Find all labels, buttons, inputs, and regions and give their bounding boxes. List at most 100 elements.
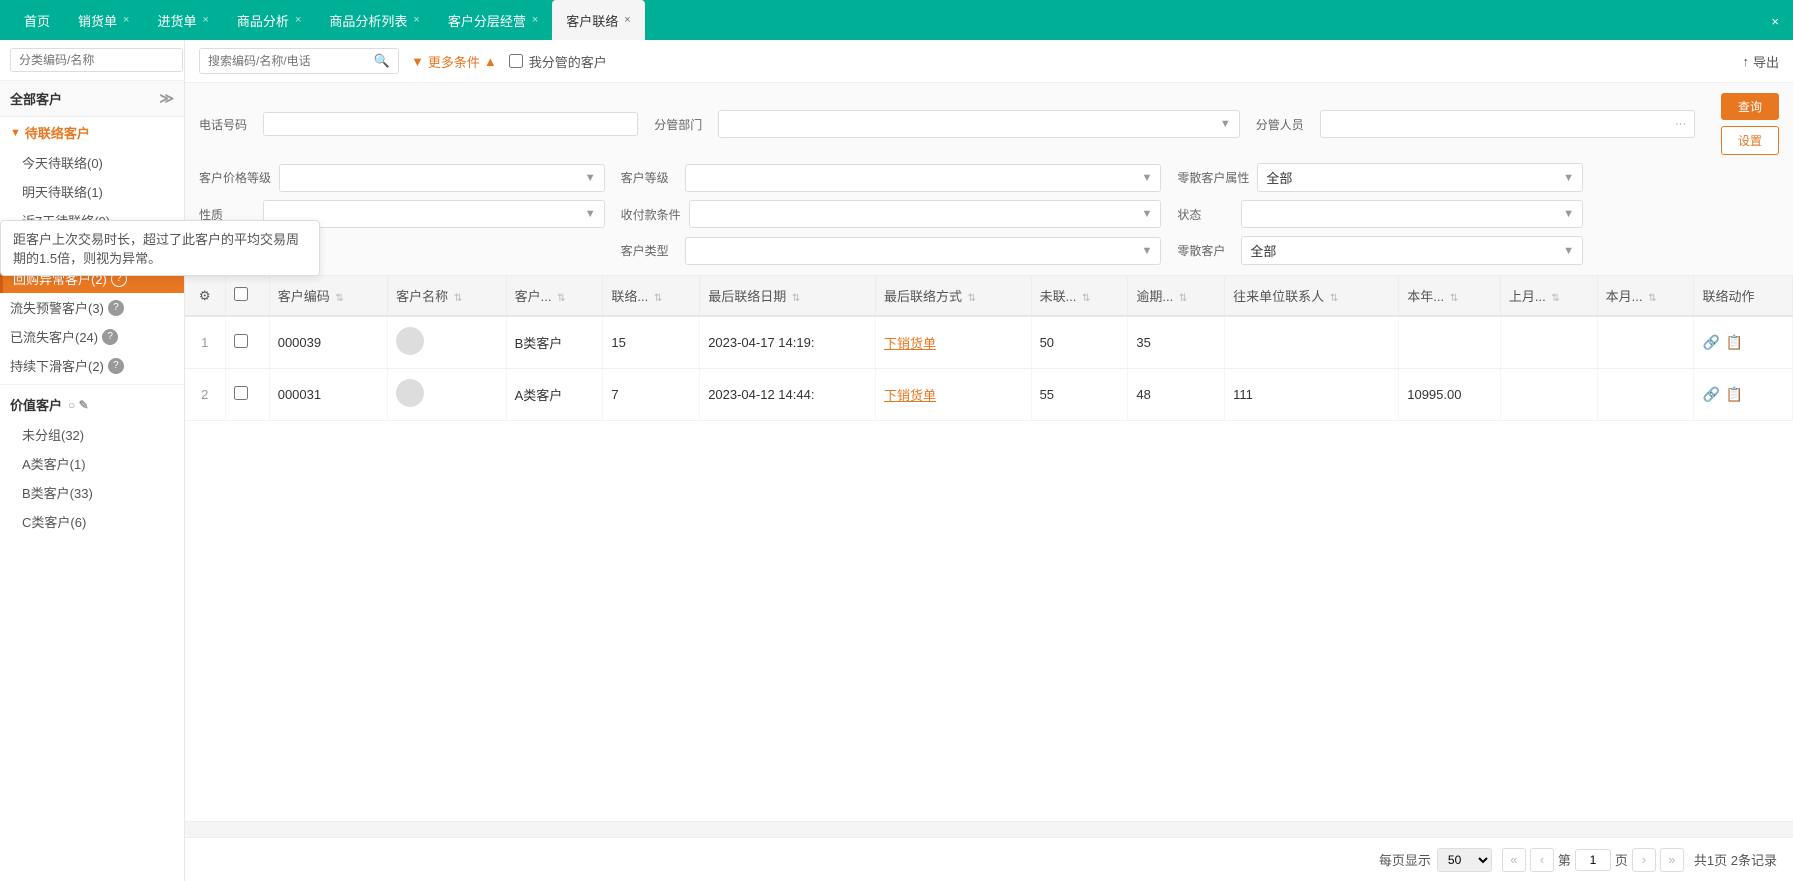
row-1-checkbox[interactable] <box>234 334 248 348</box>
table-col-contact-count: 联络... ⇅ <box>603 276 700 316</box>
nav-customer-contact-close[interactable]: × <box>624 14 630 26</box>
my-customers-checkbox[interactable] <box>509 54 523 68</box>
per-page-select[interactable]: 50 20 100 <box>1437 848 1492 872</box>
next-page-button[interactable]: › <box>1632 848 1656 872</box>
sort-type-icon[interactable]: ⇅ <box>557 293 565 304</box>
export-button[interactable]: ↑ 导出 <box>1742 52 1779 71</box>
sort-overdue-icon[interactable]: ⇅ <box>1179 293 1187 304</box>
table-select-all[interactable] <box>234 287 248 301</box>
filter-row-1: 电话号码 分管部门 ▼ 分管人员 ··· <box>199 93 1779 155</box>
sort-this-month-icon[interactable]: ⇅ <box>1648 293 1656 304</box>
sidebar-valuation-group[interactable]: 价值客户 ○ ✎ <box>0 389 184 420</box>
cell-this-year-1 <box>1399 316 1501 369</box>
sort-method-icon[interactable]: ⇅ <box>968 293 976 304</box>
price-level-label: 客户价格等级 <box>199 169 271 186</box>
sort-uncontacted-icon[interactable]: ⇅ <box>1082 293 1090 304</box>
sub-person-label: 分管人员 <box>1256 116 1312 133</box>
sidebar-item-churn-warning[interactable]: 流失预警客户(3) ? <box>0 293 184 322</box>
nav-home[interactable]: 首页 <box>10 0 64 40</box>
cell-contact-count-1: 15 <box>603 316 700 369</box>
query-button[interactable]: 查询 <box>1721 93 1779 120</box>
sidebar: 🔍 全部客户 ≫ ▼ 待联络客户 今天待联络(0) 明天待联络(1) 近7天待联… <box>0 40 185 881</box>
sidebar-search-input[interactable] <box>10 48 183 72</box>
row-1-doc-icon[interactable]: 📋 <box>1726 334 1743 351</box>
sidebar-collapse-icon[interactable]: ≫ <box>159 90 174 107</box>
prev-page-button[interactable]: ‹ <box>1530 848 1554 872</box>
sort-last-month-icon[interactable]: ⇅ <box>1551 293 1559 304</box>
cell-action-1: 🔗 📋 <box>1694 316 1793 369</box>
top-nav: 首页 销货单 × 进货单 × 商品分析 × 商品分析列表 × 客户分层经营 × … <box>0 0 1793 40</box>
nav-product-analysis-list[interactable]: 商品分析列表 × <box>315 0 433 40</box>
retail-customer-select[interactable]: 全部 ▼ <box>1241 236 1583 265</box>
sort-contact-count-icon[interactable]: ⇅ <box>654 293 662 304</box>
row-1-link-icon[interactable]: 🔗 <box>1702 334 1719 351</box>
payment-select[interactable]: ▼ <box>689 200 1162 228</box>
nav-sales-close[interactable]: × <box>123 14 129 26</box>
filter-search-box: 🔍 <box>199 48 399 74</box>
row-2-checkbox[interactable] <box>234 386 248 400</box>
sidebar-all-customers[interactable]: 全部客户 ≫ <box>0 81 184 117</box>
nav-customer-segment-close[interactable]: × <box>532 14 538 26</box>
status-select[interactable]: ▼ <box>1241 200 1583 228</box>
page-label: 第 <box>1558 850 1571 869</box>
nav-product-analysis[interactable]: 商品分析 × <box>223 0 315 40</box>
filter-search-icon[interactable]: 🔍 <box>374 53 390 69</box>
sidebar-item-tomorrow[interactable]: 明天待联络(1) <box>0 177 184 206</box>
nav-purchase[interactable]: 进货单 × <box>143 0 222 40</box>
sort-date-icon[interactable]: ⇅ <box>792 293 800 304</box>
my-customers-label: 我分管的客户 <box>529 52 607 71</box>
sub-dept-select[interactable]: ▼ <box>718 110 1240 138</box>
sort-this-year-icon[interactable]: ⇅ <box>1450 293 1458 304</box>
customer-type-chevron: ▼ <box>1142 245 1153 257</box>
phone-input[interactable] <box>263 112 638 136</box>
sidebar-item-ungrouped[interactable]: 未分组(32) <box>0 420 184 449</box>
valuation-edit-icon[interactable]: ○ ✎ <box>68 398 89 412</box>
first-page-button[interactable]: « <box>1502 848 1526 872</box>
sub-person-select[interactable]: ··· <box>1320 110 1695 138</box>
retail-attr-select[interactable]: 全部 ▼ <box>1257 163 1583 192</box>
nav-product-analysis-list-close[interactable]: × <box>413 14 419 26</box>
customer-level-select[interactable]: ▼ <box>685 164 1162 192</box>
tooltip-popup: 距客户上次交易时长，超过了此客户的平均交易周期的1.5倍，则视为异常。 <box>0 220 185 276</box>
nav-purchase-close[interactable]: × <box>202 14 208 26</box>
table-col-last-month: 上月... ⇅ <box>1500 276 1597 316</box>
sort-code-icon[interactable]: ⇅ <box>335 293 343 304</box>
set-button[interactable]: 设置 <box>1721 126 1779 155</box>
nav-sales[interactable]: 销货单 × <box>64 0 143 40</box>
sidebar-item-b-class[interactable]: B类客户(33) <box>0 478 184 507</box>
advanced-filters: 电话号码 分管部门 ▼ 分管人员 ··· <box>185 83 1793 276</box>
cell-last-contact-method-1[interactable]: 下销货单 <box>876 316 1032 369</box>
sidebar-item-a-class[interactable]: A类客户(1) <box>0 449 184 478</box>
sidebar-item-declining[interactable]: 持续下滑客户(2) ? <box>0 351 184 380</box>
page-input[interactable] <box>1575 849 1611 871</box>
cell-last-contact-date-1: 2023-04-17 14:19: <box>700 316 876 369</box>
horizontal-scrollbar[interactable] <box>185 821 1793 837</box>
sidebar-item-churned[interactable]: 已流失客户(24) ? <box>0 322 184 351</box>
filter-bar: 🔍 ▼ 更多条件 ▲ 我分管的客户 ↑ 导出 <box>185 40 1793 83</box>
cell-last-contact-method-2[interactable]: 下销货单 <box>876 369 1032 421</box>
nav-customer-segment[interactable]: 客户分层经营 × <box>434 0 552 40</box>
customer-type-select[interactable]: ▼ <box>685 237 1162 265</box>
row-2-link-icon[interactable]: 🔗 <box>1702 386 1719 403</box>
row-2-doc-icon[interactable]: 📋 <box>1726 386 1743 403</box>
filter-more-conditions[interactable]: ▼ 更多条件 ▲ <box>411 52 497 71</box>
nav-customer-contact[interactable]: 客户联络 × <box>552 0 644 40</box>
cell-uncontacted-1: 50 <box>1031 316 1128 369</box>
sidebar-group-pending[interactable]: ▼ 待联络客户 <box>0 117 184 148</box>
price-level-select[interactable]: ▼ <box>279 164 605 192</box>
sidebar-item-today[interactable]: 今天待联络(0) <box>0 148 184 177</box>
table-settings-col[interactable]: ⚙ <box>185 276 225 316</box>
filter-search-input[interactable] <box>208 54 370 68</box>
chevron-up-icon: ▲ <box>484 54 497 69</box>
table-header-checkbox <box>225 276 269 316</box>
cell-contact-count-2: 7 <box>603 369 700 421</box>
payment-chevron: ▼ <box>1142 208 1153 220</box>
global-close-button[interactable]: × <box>1771 10 1779 31</box>
nav-product-analysis-close[interactable]: × <box>295 14 301 26</box>
last-page-button[interactable]: » <box>1660 848 1684 872</box>
sort-company-contact-icon[interactable]: ⇅ <box>1330 293 1338 304</box>
sort-name-icon[interactable]: ⇅ <box>454 293 462 304</box>
sub-dept-label: 分管部门 <box>654 116 710 133</box>
sidebar-item-c-class[interactable]: C类客户(6) <box>0 507 184 536</box>
sidebar-group-pending-label: 待联络客户 <box>25 123 90 142</box>
